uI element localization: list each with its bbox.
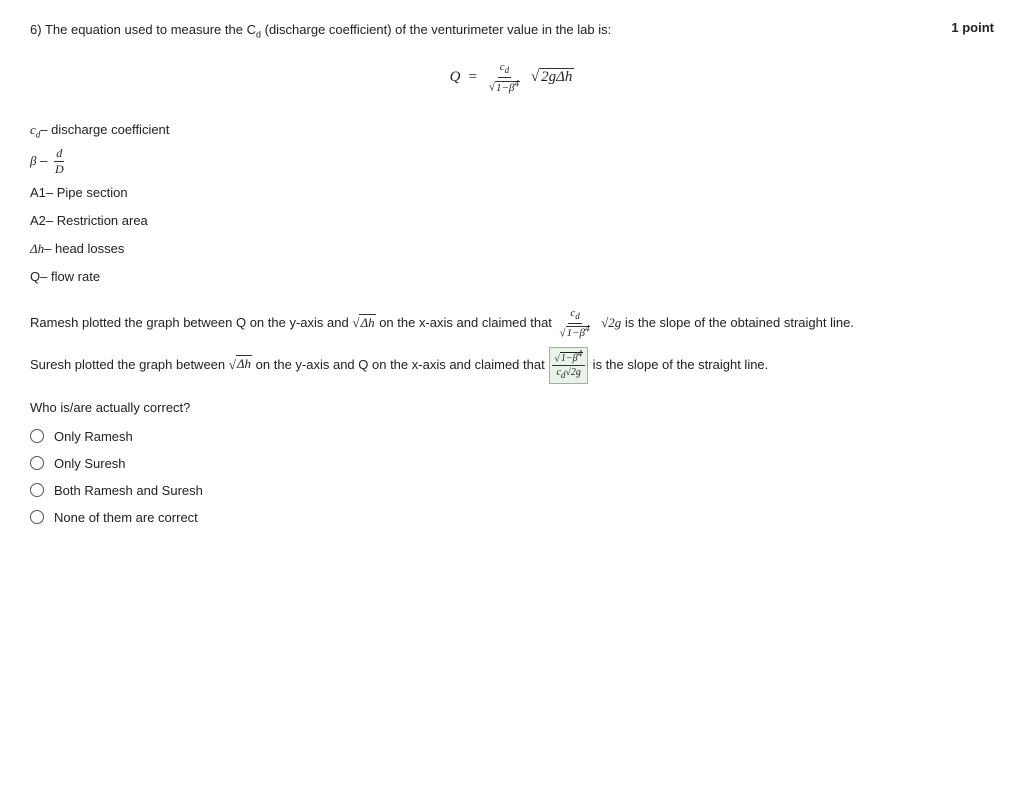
- options-section: Only Ramesh Only Suresh Both Ramesh and …: [30, 429, 994, 525]
- formula-block: Q = cd √1−β4 √2gΔh: [30, 60, 994, 95]
- option-label-only-suresh: Only Suresh: [54, 456, 126, 471]
- description-section: Ramesh plotted the graph between Q on th…: [30, 306, 994, 384]
- question-prompt: Who is/are actually correct?: [30, 400, 994, 415]
- var-deltah: Δh– head losses: [30, 236, 994, 262]
- variables-section: cd– discharge coefficient β – d D A1– Pi…: [30, 117, 994, 290]
- var-a1: A1– Pipe section: [30, 180, 994, 206]
- radio-both[interactable]: [30, 483, 44, 497]
- suresh-description: Suresh plotted the graph between √Δh on …: [30, 347, 994, 384]
- formula-fraction: cd √1−β4: [487, 60, 522, 95]
- var-a2: A2– Restriction area: [30, 208, 994, 234]
- option-both[interactable]: Both Ramesh and Suresh: [30, 483, 994, 498]
- var-q: Q– flow rate: [30, 264, 994, 290]
- radio-only-suresh[interactable]: [30, 456, 44, 470]
- suresh-slope-fraction: √1−β4 cd√2g: [549, 347, 588, 384]
- var-beta: β – d D: [30, 146, 994, 178]
- points-label: 1 point: [951, 20, 994, 35]
- question-body: The equation used to measure the Cd (dis…: [45, 22, 611, 37]
- option-none[interactable]: None of them are correct: [30, 510, 994, 525]
- ramesh-description: Ramesh plotted the graph between Q on th…: [30, 306, 994, 341]
- option-label-only-ramesh: Only Ramesh: [54, 429, 133, 444]
- option-only-ramesh[interactable]: Only Ramesh: [30, 429, 994, 444]
- option-label-none: None of them are correct: [54, 510, 198, 525]
- radio-only-ramesh[interactable]: [30, 429, 44, 443]
- question-header: 6) The equation used to measure the Cd (…: [30, 20, 994, 42]
- option-label-both: Both Ramesh and Suresh: [54, 483, 203, 498]
- var-cd: cd– discharge coefficient: [30, 117, 994, 144]
- question-number: 6): [30, 22, 42, 37]
- radio-none[interactable]: [30, 510, 44, 524]
- formula-equation: Q = cd √1−β4 √2gΔh: [30, 60, 994, 95]
- question-text: 6) The equation used to measure the Cd (…: [30, 20, 931, 42]
- option-only-suresh[interactable]: Only Suresh: [30, 456, 994, 471]
